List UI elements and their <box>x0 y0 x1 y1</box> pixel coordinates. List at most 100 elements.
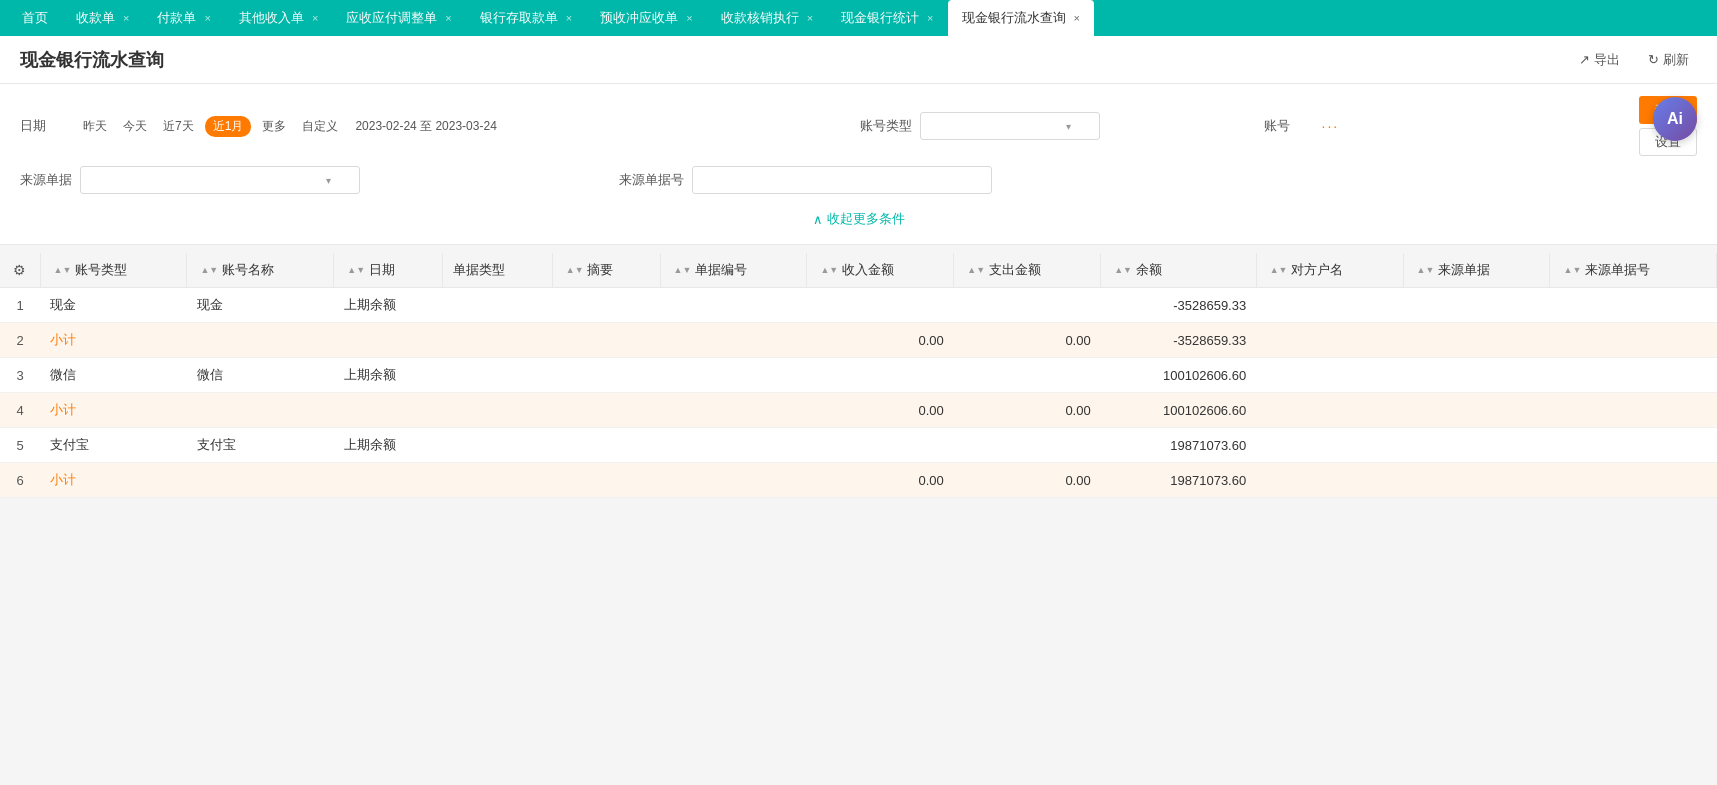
summary-cell <box>552 288 660 323</box>
collapse-bar[interactable]: ∧ 收起更多条件 <box>20 204 1697 232</box>
nav-tab-payment[interactable]: 付款单 × <box>143 0 224 36</box>
date-range-display: 2023-02-24 至 2023-03-24 <box>355 118 496 135</box>
sort-icon[interactable]: ▲▼ <box>1114 266 1132 275</box>
summary-cell <box>552 358 660 393</box>
source-doc-no-cell <box>1550 393 1717 428</box>
row-number: 1 <box>0 288 40 323</box>
nav-home[interactable]: 首页 <box>8 0 62 36</box>
doc-type-cell <box>442 288 552 323</box>
account-type-cell: 小计 <box>40 463 187 498</box>
nav-tab-adjustment[interactable]: 应收应付调整单 × <box>332 0 465 36</box>
nav-tab-statistics[interactable]: 现金银行统计 × <box>827 0 947 36</box>
date-cell <box>334 393 443 428</box>
date-cell: 上期余额 <box>334 288 443 323</box>
doc-type-cell <box>442 463 552 498</box>
nav-tab-verify[interactable]: 收款核销执行 × <box>707 0 827 36</box>
balance-cell: 100102606.60 <box>1101 358 1256 393</box>
row-number: 2 <box>0 323 40 358</box>
sort-icon[interactable]: ▲▼ <box>347 266 365 275</box>
col-source-doc-no: ▲▼ 来源单据号 <box>1550 253 1717 288</box>
sort-icon[interactable]: ▲▼ <box>1417 266 1435 275</box>
date-opt-more[interactable]: 更多 <box>257 116 291 137</box>
sort-icon[interactable]: ▲▼ <box>967 266 985 275</box>
nav-tab-receipt[interactable]: 收款单 × <box>62 0 143 36</box>
col-expense: ▲▼ 支出金额 <box>954 253 1101 288</box>
counterpart-cell <box>1256 428 1403 463</box>
account-name-cell <box>187 463 334 498</box>
close-icon[interactable]: × <box>1074 12 1080 24</box>
balance-cell: 19871073.60 <box>1101 463 1256 498</box>
col-account-name: ▲▼ 账号名称 <box>187 253 334 288</box>
row-number: 4 <box>0 393 40 428</box>
date-opt-custom[interactable]: 自定义 <box>297 116 343 137</box>
expense-cell: 0.00 <box>954 463 1101 498</box>
counterpart-cell <box>1256 393 1403 428</box>
close-icon[interactable]: × <box>566 12 572 24</box>
source-doc-no-cell <box>1550 358 1717 393</box>
more-dots-button[interactable]: ··· <box>1322 118 1340 134</box>
source-doc-no-cell <box>1550 288 1717 323</box>
nav-tab-other-income[interactable]: 其他收入单 × <box>225 0 332 36</box>
table-row: 6小计0.000.0019871073.60 <box>0 463 1717 498</box>
date-opt-1month[interactable]: 近1月 <box>205 116 252 137</box>
source-doc-no-cell <box>1550 428 1717 463</box>
source-doc-select[interactable]: ▾ <box>80 166 360 194</box>
close-icon[interactable]: × <box>686 12 692 24</box>
sort-icon[interactable]: ▲▼ <box>1270 266 1288 275</box>
close-icon[interactable]: × <box>312 12 318 24</box>
row-number: 6 <box>0 463 40 498</box>
summary-cell <box>552 323 660 358</box>
date-opt-today[interactable]: 今天 <box>118 116 152 137</box>
source-doc-no-cell <box>1550 323 1717 358</box>
date-opt-7days[interactable]: 近7天 <box>158 116 199 137</box>
col-doc-no: ▲▼ 单据编号 <box>660 253 807 288</box>
income-cell: 0.00 <box>807 463 954 498</box>
income-cell: 0.00 <box>807 323 954 358</box>
refresh-button[interactable]: ↻ 刷新 <box>1640 47 1697 73</box>
gear-icon[interactable]: ⚙ <box>13 262 26 278</box>
date-opt-yesterday[interactable]: 昨天 <box>78 116 112 137</box>
col-doc-type: 单据类型 <box>442 253 552 288</box>
account-name-cell: 支付宝 <box>187 428 334 463</box>
nav-tab-cashflow[interactable]: 现金银行流水查询 × <box>948 0 1094 36</box>
table-row: 2小计0.000.00-3528659.33 <box>0 323 1717 358</box>
doc-no-cell <box>660 358 807 393</box>
close-icon[interactable]: × <box>807 12 813 24</box>
chevron-down-icon: ▾ <box>1066 121 1071 132</box>
col-summary: ▲▼ 摘要 <box>552 253 660 288</box>
sort-icon[interactable]: ▲▼ <box>820 266 838 275</box>
col-source-doc: ▲▼ 来源单据 <box>1403 253 1550 288</box>
close-icon[interactable]: × <box>927 12 933 24</box>
account-type-select[interactable]: ▾ <box>920 112 1100 140</box>
nav-tab-bank-deposit[interactable]: 银行存取款单 × <box>466 0 586 36</box>
nav-tab-prepay[interactable]: 预收冲应收单 × <box>586 0 706 36</box>
source-doc-cell <box>1403 358 1550 393</box>
account-type-label: 账号类型 <box>860 117 912 135</box>
close-icon[interactable]: × <box>204 12 210 24</box>
counterpart-cell <box>1256 463 1403 498</box>
sort-icon[interactable]: ▲▼ <box>200 266 218 275</box>
account-type-cell: 微信 <box>40 358 187 393</box>
table-row: 4小计0.000.00100102606.60 <box>0 393 1717 428</box>
doc-type-cell <box>442 358 552 393</box>
source-doc-num-input[interactable] <box>692 166 992 194</box>
counterpart-cell <box>1256 288 1403 323</box>
sort-icon[interactable]: ▲▼ <box>1563 266 1581 275</box>
balance-cell: -3528659.33 <box>1101 288 1256 323</box>
doc-no-cell <box>660 288 807 323</box>
column-settings[interactable]: ⚙ <box>0 253 40 288</box>
close-icon[interactable]: × <box>123 12 129 24</box>
col-counterpart: ▲▼ 对方户名 <box>1256 253 1403 288</box>
account-name-cell: 微信 <box>187 358 334 393</box>
top-navigation: 首页 收款单 × 付款单 × 其他收入单 × 应收应付调整单 × 银行存取款单 … <box>0 0 1717 36</box>
sort-icon[interactable]: ▲▼ <box>54 266 72 275</box>
close-icon[interactable]: × <box>445 12 451 24</box>
sort-icon[interactable]: ▲▼ <box>674 266 692 275</box>
sort-icon[interactable]: ▲▼ <box>566 266 584 275</box>
table-header-row: ⚙ ▲▼ 账号类型 ▲▼ 账号名称 ▲▼ 日期 单据类型 ▲ <box>0 253 1717 288</box>
source-doc-no-cell <box>1550 463 1717 498</box>
source-doc-num-label: 来源单据号 <box>619 171 684 189</box>
export-button[interactable]: ↗ 导出 <box>1571 47 1628 73</box>
account-type-group: 账号类型 ▾ <box>860 112 1223 140</box>
ai-assistant-button[interactable]: Ai <box>1653 97 1697 141</box>
